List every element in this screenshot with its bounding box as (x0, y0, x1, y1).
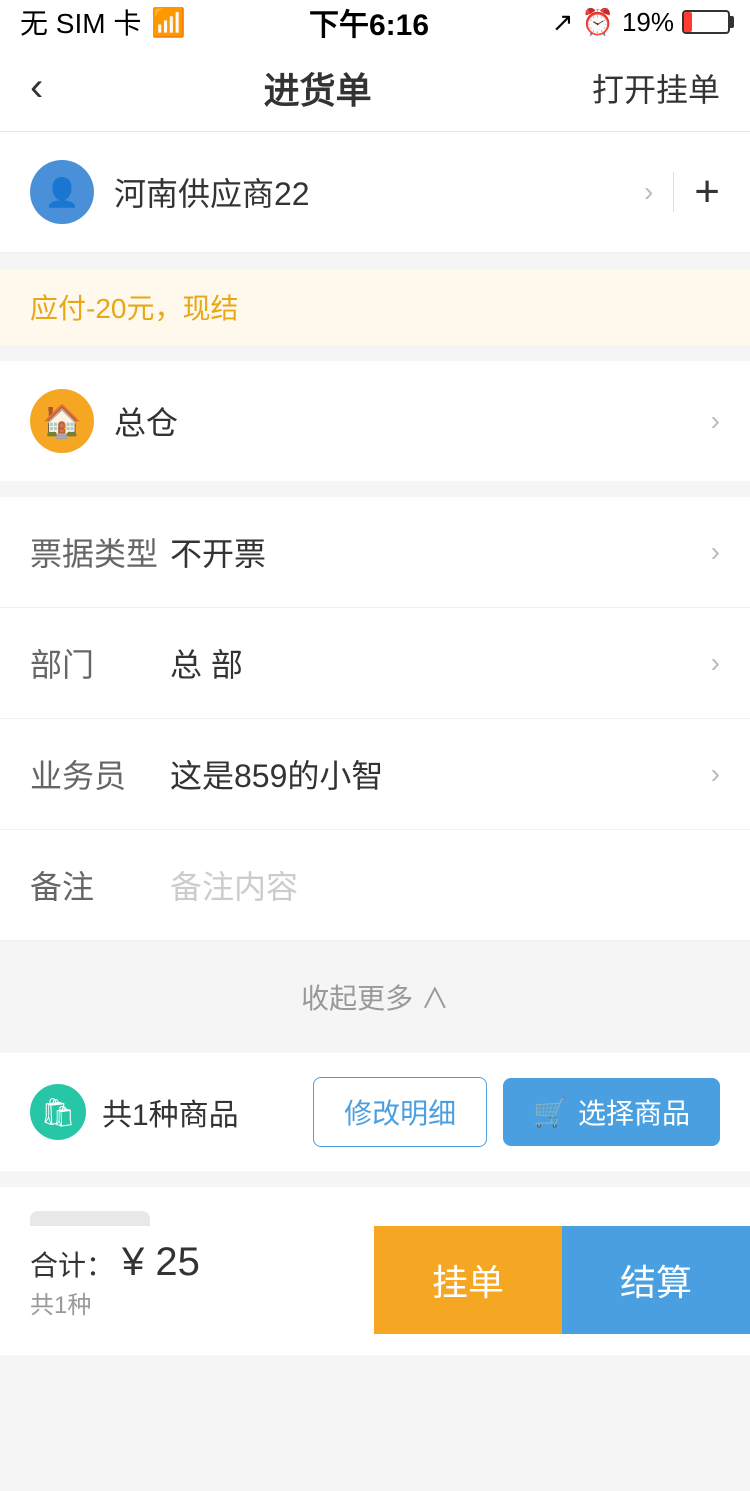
chevron-right-icon: › (711, 536, 720, 568)
products-card: 🛍 共1种商品 修改明细 🛒 选择商品 (0, 1053, 750, 1171)
edit-details-button[interactable]: 修改明细 (313, 1077, 487, 1147)
chevron-right-icon: › (711, 758, 720, 790)
total-label: 合计： (30, 1244, 114, 1284)
select-product-button[interactable]: 🛒 选择商品 (503, 1078, 720, 1146)
product-header: 🛍 共1种商品 修改明细 🛒 选择商品 (0, 1053, 750, 1171)
warehouse-card: 🏠 总仓 › (0, 361, 750, 481)
form-card: 票据类型 不开票 › 部门 总 部 › 业务员 这是859的小智 › 备注 备注… (0, 497, 750, 941)
supplier-card: 👤 河南供应商22 › + (0, 132, 750, 253)
page-title: 进货单 (264, 62, 372, 114)
nav-bar: ‹ 进货单 打开挂单 (0, 44, 750, 132)
collapse-bar[interactable]: 收起更多 ∧ (0, 957, 750, 1037)
back-button[interactable]: ‹ (30, 65, 43, 110)
shopping-icon: 🛍 (40, 1096, 76, 1129)
sim-text: 无 SIM 卡 (20, 2, 141, 42)
status-left: 无 SIM 卡 📶 (20, 2, 186, 42)
add-button[interactable]: + (694, 167, 720, 217)
person-icon: 👤 (45, 176, 80, 209)
dept-value: 总 部 (170, 640, 711, 686)
bottom-actions: 挂单 结算 (374, 1226, 750, 1334)
chevron-right-icon: › (644, 176, 653, 208)
sales-label: 业务员 (30, 751, 170, 797)
bottom-bar: 合计： ¥ 25 共1种 挂单 结算 (0, 1226, 750, 1334)
total-sub-label: 共1种 (30, 1285, 344, 1320)
product-icon: 🛍 (30, 1084, 86, 1140)
dept-row[interactable]: 部门 总 部 › (0, 608, 750, 719)
remark-placeholder: 备注内容 (170, 862, 720, 908)
invoice-row[interactable]: 票据类型 不开票 › (0, 497, 750, 608)
supplier-avatar: 👤 (30, 160, 94, 224)
status-right: ↗ ⏰ 19% (552, 7, 730, 38)
warehouse-row[interactable]: 🏠 总仓 › (0, 361, 750, 481)
sales-value: 这是859的小智 (170, 751, 711, 797)
open-hang-button[interactable]: 打开挂单 (592, 65, 720, 111)
hang-button[interactable]: 挂单 (374, 1226, 562, 1334)
supplier-row[interactable]: 👤 河南供应商22 › + (0, 132, 750, 253)
bottom-total: 合计： ¥ 25 共1种 (0, 1226, 374, 1334)
battery-icon (682, 10, 730, 34)
battery-text: 19% (622, 7, 674, 38)
location-icon: ↗ (552, 7, 574, 38)
warehouse-icon: 🏠 (30, 389, 94, 453)
remark-label: 备注 (30, 862, 170, 908)
checkout-button[interactable]: 结算 (562, 1226, 750, 1334)
invoice-value: 不开票 (170, 529, 711, 575)
status-time: 下午6:16 (309, 0, 429, 44)
alarm-icon: ⏰ (582, 7, 614, 38)
cart-icon: 🛒 (533, 1096, 568, 1129)
home-icon: 🏠 (42, 402, 82, 440)
supplier-name: 河南供应商22 (114, 169, 644, 215)
total-amount: ¥ 25 (122, 1240, 200, 1285)
wifi-icon: 📶 (151, 6, 186, 39)
dept-label: 部门 (30, 640, 170, 686)
select-product-label: 选择商品 (578, 1092, 690, 1132)
invoice-label: 票据类型 (30, 529, 170, 575)
chevron-right-icon: › (711, 647, 720, 679)
remark-row[interactable]: 备注 备注内容 (0, 830, 750, 941)
product-count: 共1种商品 (102, 1090, 297, 1134)
status-bar: 无 SIM 卡 📶 下午6:16 ↗ ⏰ 19% (0, 0, 750, 44)
sales-row[interactable]: 业务员 这是859的小智 › (0, 719, 750, 830)
collapse-label: 收起更多 ∧ (301, 977, 449, 1017)
chevron-right-icon: › (711, 405, 720, 437)
warehouse-name: 总仓 (114, 398, 711, 444)
supplier-actions: › + (644, 167, 720, 217)
notice-bar: 应付-20元，现结 (0, 269, 750, 345)
